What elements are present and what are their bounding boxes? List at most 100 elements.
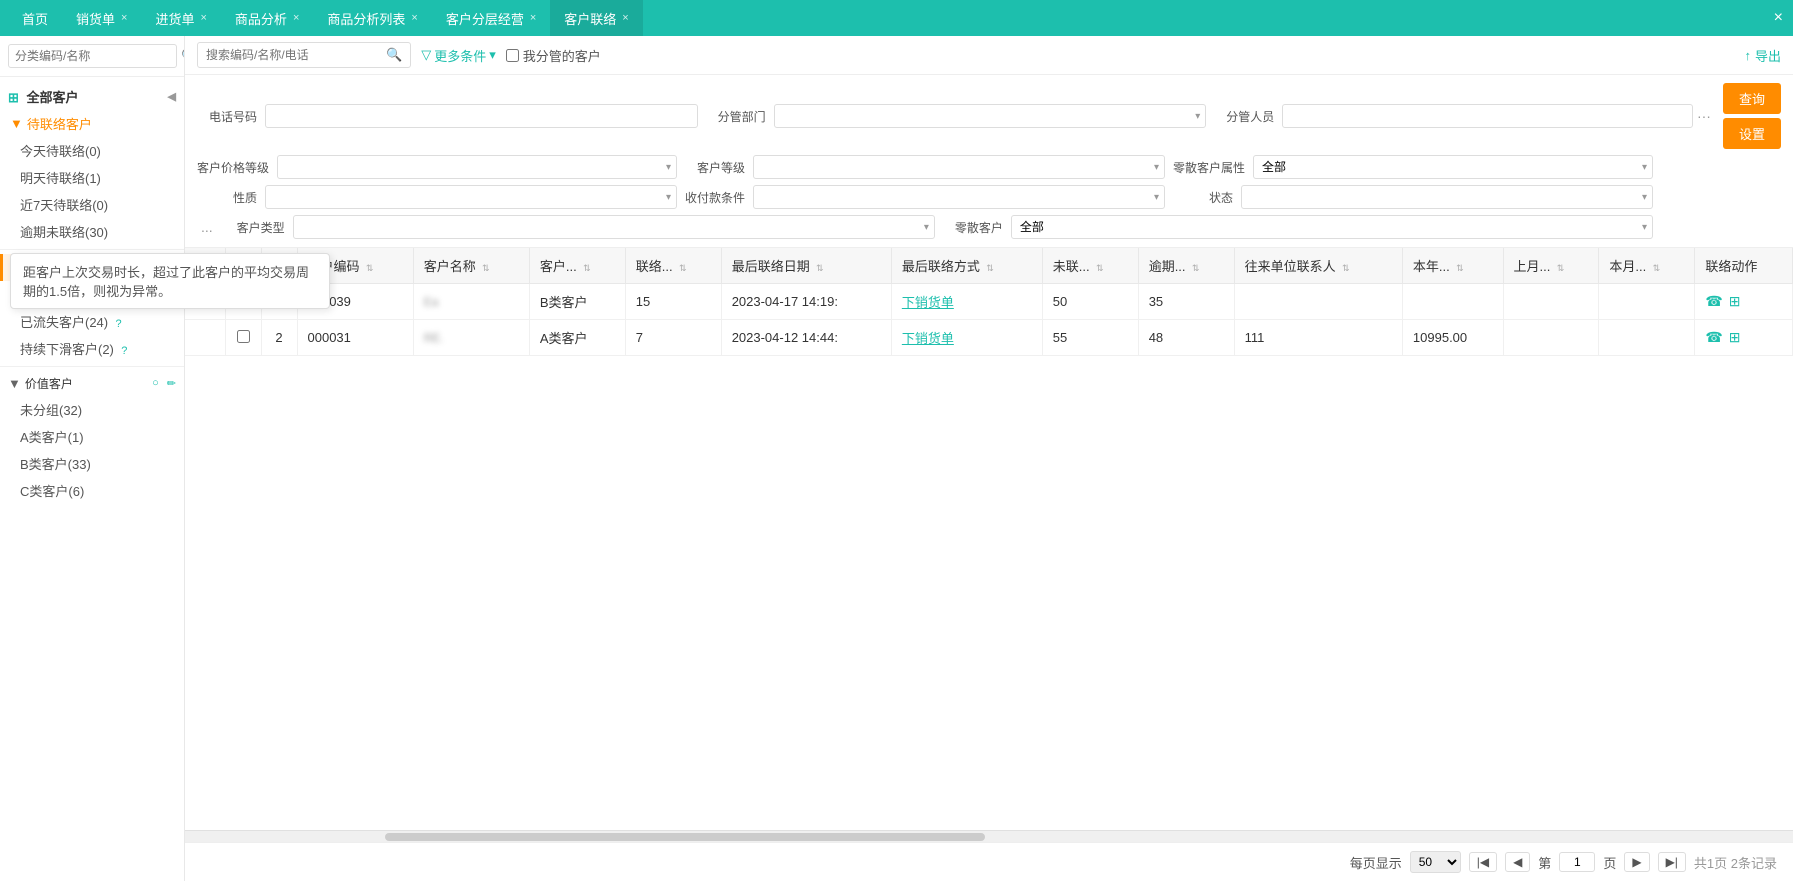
filter-bar: 🔍 ▽ 更多条件 ▾ 我分管的客户 ↑ 导出 xyxy=(185,36,1793,75)
col-unit-contact[interactable]: 往来单位联系人 ⇅ xyxy=(1234,248,1402,284)
contact-action-icon[interactable]: ⊞ xyxy=(1729,329,1741,346)
nav-label-purchase: 进货单 xyxy=(155,9,194,28)
sidebar-item-tomorrow[interactable]: 明天待联络(1) xyxy=(0,164,184,191)
phone-icon[interactable]: ☎ xyxy=(1705,293,1722,310)
last-page-button[interactable]: ▶| xyxy=(1658,852,1686,872)
filter-row-3: 性质 ▾ 收付款条件 ▾ 状态 xyxy=(197,185,1781,209)
sidebar-item-lost[interactable]: 已流失客户(24) ? xyxy=(0,308,184,335)
sidebar-item-ungrouped[interactable]: 未分组(32) xyxy=(0,396,184,423)
window-close-icon[interactable]: × xyxy=(1774,9,1783,27)
close-icon[interactable]: × xyxy=(411,12,417,24)
nav-item-sales[interactable]: 销货单 × xyxy=(62,0,141,36)
prev-page-button[interactable]: ◀ xyxy=(1505,852,1530,872)
sidebar-item-class-b[interactable]: B类客户(33) xyxy=(0,450,184,477)
customer-type-select-wrap: ▾ xyxy=(293,215,935,239)
row-settings-cell xyxy=(185,320,225,356)
page-label: 第 xyxy=(1538,853,1551,872)
filter-customer-level: 客户等级 ▾ xyxy=(685,155,1165,179)
status-select[interactable] xyxy=(1241,185,1653,209)
customer-type-select[interactable] xyxy=(293,215,935,239)
sidebar-item-7days[interactable]: 近7天待联络(0) xyxy=(0,191,184,218)
nav-label-analysis-list: 商品分析列表 xyxy=(327,9,405,28)
edit-group-icon[interactable]: ✏ xyxy=(167,377,176,390)
action-icons: ☎ ⊞ xyxy=(1705,329,1782,346)
filter-payment: 收付款条件 ▾ xyxy=(685,185,1165,209)
row-last-month-cell xyxy=(1503,284,1599,320)
question-icon: ? xyxy=(115,318,121,330)
payment-select[interactable] xyxy=(753,185,1165,209)
manager-input[interactable] xyxy=(1282,104,1693,128)
phone-input[interactable] xyxy=(265,104,698,128)
sidebar-item-declining[interactable]: 持续下滑客户(2) ? xyxy=(0,335,184,362)
col-type[interactable]: 客户... ⇅ xyxy=(529,248,625,284)
search-icon[interactable]: 🔍 xyxy=(386,47,402,63)
filter-dept: 分管部门 ▾ xyxy=(706,104,1207,128)
contact-method-link[interactable]: 下销货单 xyxy=(902,331,954,346)
retail-attr-label: 零散客户属性 xyxy=(1173,159,1245,176)
phone-icon[interactable]: ☎ xyxy=(1705,329,1722,346)
contact-method-link[interactable]: 下销货单 xyxy=(902,295,954,310)
tooltip-text: 距客户上次交易时长，超过了此客户的平均交易周期的1.5倍，则视为异常。 xyxy=(23,265,309,299)
horizontal-scrollbar[interactable] xyxy=(185,830,1793,842)
col-this-year[interactable]: 本年... ⇅ xyxy=(1402,248,1503,284)
nav-item-customer-tier[interactable]: 客户分层经营 × xyxy=(432,0,550,36)
query-button[interactable]: 查询 xyxy=(1723,83,1781,114)
data-table: ⚙ 客户编码 ⇅ 客户名称 ⇅ xyxy=(185,248,1793,356)
sidebar-all-customers[interactable]: ⊞ 全部客户 ◀ xyxy=(0,83,184,110)
col-name[interactable]: 客户名称 ⇅ xyxy=(413,248,529,284)
col-this-month[interactable]: 本月... ⇅ xyxy=(1599,248,1695,284)
col-contact-count[interactable]: 联络... ⇅ xyxy=(625,248,721,284)
nav-item-customer-contact[interactable]: 客户联络 × xyxy=(550,0,642,36)
more-conditions-toggle[interactable]: ▽ 更多条件 ▾ xyxy=(421,46,496,65)
sidebar-item-class-c[interactable]: C类客户(6) xyxy=(0,477,184,504)
retail-customer-select[interactable]: 全部 xyxy=(1011,215,1653,239)
row-type-cell: B类客户 xyxy=(529,284,625,320)
add-group-icon[interactable]: ○ xyxy=(152,377,159,390)
manager-label: 分管人员 xyxy=(1214,108,1274,125)
row-checkbox[interactable] xyxy=(237,330,250,343)
first-page-button[interactable]: |◀ xyxy=(1469,852,1497,872)
close-icon[interactable]: × xyxy=(200,12,206,24)
nav-item-analysis-list[interactable]: 商品分析列表 × xyxy=(313,0,431,36)
contact-action-icon[interactable]: ⊞ xyxy=(1729,293,1741,310)
sidebar-item-today[interactable]: 今天待联络(0) xyxy=(0,137,184,164)
sidebar-search-input[interactable] xyxy=(8,44,177,68)
col-last-contact-date[interactable]: 最后联络日期 ⇅ xyxy=(721,248,891,284)
settings-button[interactable]: 设置 xyxy=(1723,118,1781,149)
my-customer-checkbox[interactable] xyxy=(506,49,519,62)
dots-icon[interactable]: ... xyxy=(197,219,217,235)
col-overdue[interactable]: 逾期... ⇅ xyxy=(1138,248,1234,284)
retail-attr-select[interactable]: 全部 xyxy=(1253,155,1653,179)
sidebar-item-overdue[interactable]: 逾期未联络(30) xyxy=(0,218,184,245)
col-last-contact-method[interactable]: 最后联络方式 ⇅ xyxy=(891,248,1042,284)
nav-item-home[interactable]: 首页 xyxy=(8,0,62,36)
col-uncontacted[interactable]: 未联... ⇅ xyxy=(1042,248,1138,284)
status-label: 状态 xyxy=(1173,189,1233,206)
close-icon[interactable]: × xyxy=(530,12,536,24)
gender-select[interactable] xyxy=(265,185,677,209)
my-customer-checkbox-label[interactable]: 我分管的客户 xyxy=(506,46,601,65)
close-icon[interactable]: × xyxy=(293,12,299,24)
gender-label: 性质 xyxy=(197,189,257,206)
sidebar-tree: ⊞ 全部客户 ◀ ▼ 待联络客户 今天待联络(0) 明天待联络(1) 近7天待联… xyxy=(0,77,184,881)
nav-item-purchase[interactable]: 进货单 × xyxy=(141,0,220,36)
per-page-select[interactable]: 50 10 20 100 xyxy=(1410,851,1461,873)
close-icon[interactable]: × xyxy=(121,12,127,24)
main-search-input[interactable] xyxy=(206,48,386,62)
gender-select-wrap: ▾ xyxy=(265,185,677,209)
close-icon[interactable]: × xyxy=(622,12,628,24)
price-level-select[interactable] xyxy=(277,155,677,179)
scroll-thumb[interactable] xyxy=(385,833,985,841)
customer-level-select[interactable] xyxy=(753,155,1165,179)
nav-label-analysis: 商品分析 xyxy=(235,9,287,28)
export-button[interactable]: ↑ 导出 xyxy=(1744,46,1781,65)
dept-select[interactable] xyxy=(774,104,1207,128)
page-input[interactable] xyxy=(1559,852,1595,872)
pending-section[interactable]: ▼ 待联络客户 xyxy=(0,110,184,137)
sidebar-item-class-a[interactable]: A类客户(1) xyxy=(0,423,184,450)
more-options-icon[interactable]: ··· xyxy=(1693,108,1715,124)
row-name-cell: Ea xyxy=(413,284,529,320)
next-page-button[interactable]: ▶ xyxy=(1624,852,1649,872)
col-last-month[interactable]: 上月... ⇅ xyxy=(1503,248,1599,284)
nav-item-analysis[interactable]: 商品分析 × xyxy=(221,0,313,36)
